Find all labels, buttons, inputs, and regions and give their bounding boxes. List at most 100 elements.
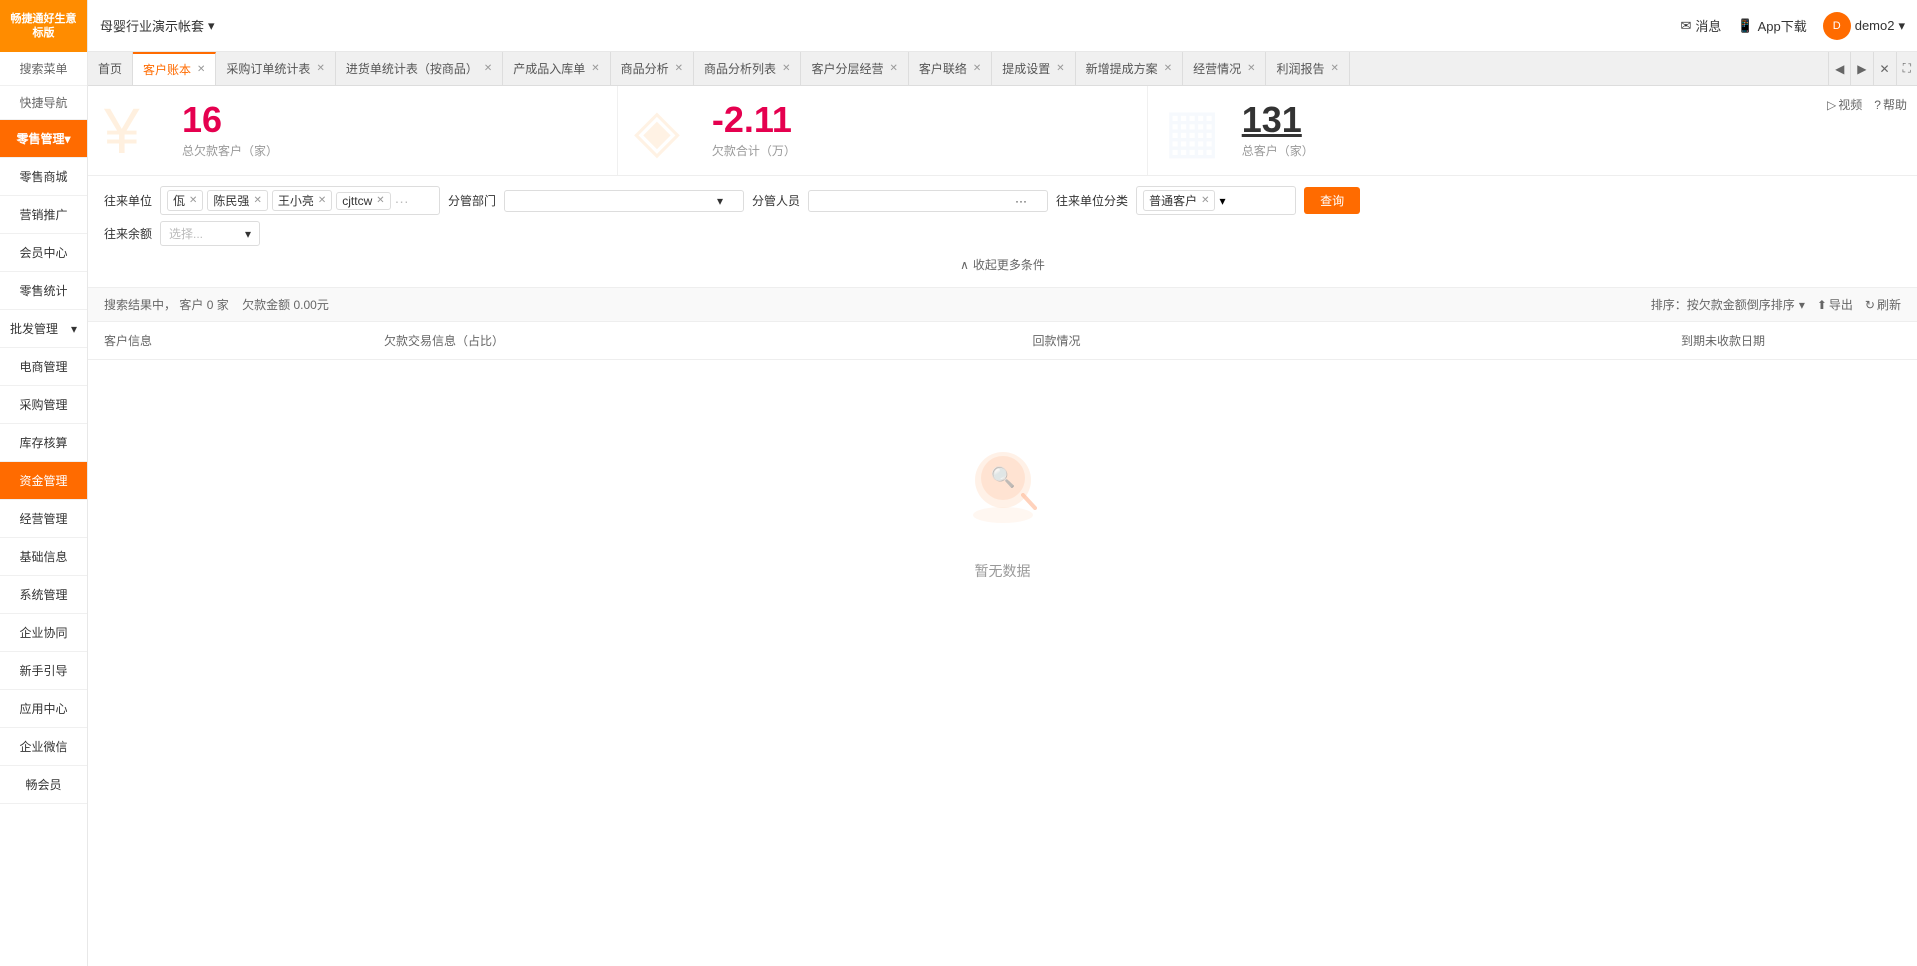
filter-bar: 往来单位 佤 ✕ 陈民强 ✕ 王小亮 ✕ <box>88 176 1917 288</box>
app-download-button[interactable]: 📱 App下载 <box>1737 16 1806 35</box>
tab-profit-report[interactable]: 利润报告 ✕ <box>1266 52 1349 86</box>
sidebar-item-basic-info[interactable]: 基础信息 <box>0 538 87 576</box>
video-help-button[interactable]: ▷ 视频 <box>1827 96 1862 113</box>
tab-new-commission[interactable]: 新增提成方案 ✕ <box>1076 52 1183 86</box>
tab-close-customer-tier[interactable]: ✕ <box>889 63 897 74</box>
tab-close-customer-ledger[interactable]: ✕ <box>197 64 205 75</box>
empty-text: 暂无数据 <box>975 561 1031 581</box>
stat-label-total-customers: 总客户（家） <box>1242 142 1314 159</box>
tab-product-inbound[interactable]: 产成品入库单 ✕ <box>503 52 610 86</box>
tabs-fullscreen-button[interactable]: ⛶ <box>1896 52 1917 86</box>
sidebar-item-app-center[interactable]: 应用中心 <box>0 690 87 728</box>
export-button[interactable]: ⬆ 导出 <box>1817 296 1853 313</box>
tab-customer-ledger[interactable]: 客户账本 ✕ <box>133 52 216 86</box>
sidebar-item-marketing[interactable]: 营销推广 <box>0 196 87 234</box>
sidebar-item-system[interactable]: 系统管理 <box>0 576 87 614</box>
tab-home[interactable]: 首页 <box>88 52 133 86</box>
tab-close-profit-report[interactable]: ✕ <box>1331 63 1339 74</box>
tab-close-product-analysis-list[interactable]: ✕ <box>782 63 790 74</box>
tab-close-customer-contact[interactable]: ✕ <box>973 63 981 74</box>
filter-tag-chen: 陈民强 ✕ <box>207 190 267 211</box>
quick-nav-item[interactable]: 快捷导航 <box>0 86 87 120</box>
tab-close-commission-setting[interactable]: ✕ <box>1056 63 1064 74</box>
content-area: ¥ 16 总欠款客户（家） ◈ -2.11 欠款合计（万） ▦ <box>88 86 1917 966</box>
tab-close-product-inbound[interactable]: ✕ <box>591 63 599 74</box>
user-avatar-button[interactable]: D demo2 ▾ <box>1823 12 1905 40</box>
results-info: 搜索结果中， 客户 0 家 欠款金额 0.00元 <box>104 296 329 313</box>
stat-card-total-customers: ▦ 131 总客户（家） ▷ 视频 ? 帮助 <box>1148 86 1917 175</box>
sidebar-item-inventory[interactable]: 库存核算 <box>0 424 87 462</box>
tab-close-purchase-order-stats[interactable]: ✕ <box>316 63 324 74</box>
stats-row: ¥ 16 总欠款客户（家） ◈ -2.11 欠款合计（万） ▦ <box>88 86 1917 176</box>
tabs-next-button[interactable]: ▶ <box>1850 52 1872 86</box>
filter-tag-close-cjttcw[interactable]: ✕ <box>376 195 384 206</box>
filter-select-dept[interactable]: ▾ <box>504 190 744 212</box>
sidebar-item-enterprise-collab[interactable]: 企业协同 <box>0 614 87 652</box>
tab-product-analysis[interactable]: 商品分析 ✕ <box>611 52 694 86</box>
filter-tags-unit[interactable]: 佤 ✕ 陈民强 ✕ 王小亮 ✕ cjttcw ✕ <box>160 186 440 215</box>
help-button[interactable]: ? 帮助 <box>1874 96 1907 113</box>
sidebar-item-wholesale[interactable]: 批发管理 ▾ <box>0 310 87 348</box>
filter-label-person: 分管人员 <box>752 192 800 209</box>
tab-purchase-order-stats[interactable]: 采购订单统计表 ✕ <box>216 52 335 86</box>
tab-product-analysis-list[interactable]: 商品分析列表 ✕ <box>694 52 801 86</box>
filter-tag-more[interactable]: ··· <box>395 193 409 209</box>
collapse-button[interactable]: ∧ 收起更多条件 <box>104 252 1901 277</box>
tab-close-goods-in-stats[interactable]: ✕ <box>484 63 492 74</box>
refresh-button[interactable]: ↻ 刷新 <box>1865 296 1901 313</box>
tab-customer-contact[interactable]: 客户联络 ✕ <box>909 52 992 86</box>
data-table: 客户信息 欠款交易信息（占比） 回款情况 到期未收款日期 🔍 <box>88 322 1917 661</box>
search-menu-item[interactable]: 搜索菜单 <box>0 52 87 86</box>
stat-value-debt-customers: 16 <box>182 102 278 138</box>
empty-icon: 🔍 <box>953 440 1053 549</box>
main-content: 母婴行业演示帐套 ▾ ✉ 消息 📱 App下载 D demo2 ▾ 首页 <box>88 0 1917 966</box>
sidebar-item-chang-member[interactable]: 畅会员 <box>0 766 87 804</box>
topbar-right: ✉ 消息 📱 App下载 D demo2 ▾ <box>1680 12 1905 40</box>
tab-customer-tier[interactable]: 客户分层经营 ✕ <box>801 52 908 86</box>
message-button[interactable]: ✉ 消息 <box>1680 16 1721 35</box>
results-bar: 搜索结果中， 客户 0 家 欠款金额 0.00元 排序：按欠款金额倒序排序 ▾ … <box>88 288 1917 322</box>
filter-tag-wang: 王小亮 ✕ <box>272 190 332 211</box>
sidebar-item-beginner[interactable]: 新手引导 <box>0 652 87 690</box>
query-button[interactable]: 查询 <box>1304 187 1360 214</box>
stat-actions: ▷ 视频 ? 帮助 <box>1827 96 1907 113</box>
filter-tag-close-wa[interactable]: ✕ <box>189 195 197 206</box>
tabs-bar: 首页 客户账本 ✕ 采购订单统计表 ✕ 进货单统计表（按商品） ✕ 产成品入库单… <box>88 52 1917 86</box>
sort-selector[interactable]: 排序：按欠款金额倒序排序 ▾ <box>1651 296 1805 313</box>
topbar-left: 母婴行业演示帐套 ▾ <box>100 16 215 35</box>
filter-tag-close-wang[interactable]: ✕ <box>318 195 326 206</box>
filter-tags-category[interactable]: 普通客户 ✕ ▾ <box>1136 186 1296 215</box>
stat-card-debt-total: ◈ -2.11 欠款合计（万） <box>618 86 1148 175</box>
sidebar-item-enterprise-wechat[interactable]: 企业微信 <box>0 728 87 766</box>
logo-text: 畅捷通好生意 标版 <box>11 12 77 41</box>
sidebar-item-retail-management[interactable]: 零售管理 ▾ <box>0 120 87 158</box>
topbar: 母婴行业演示帐套 ▾ ✉ 消息 📱 App下载 D demo2 ▾ <box>88 0 1917 52</box>
filter-tag-close-normal-customer[interactable]: ✕ <box>1201 195 1209 206</box>
sidebar-item-retail-mall[interactable]: 零售商城 <box>0 158 87 196</box>
tabs-close-all-button[interactable]: ✕ <box>1873 52 1896 86</box>
sidebar-item-retail-stats[interactable]: 零售统计 <box>0 272 87 310</box>
tab-goods-in-stats[interactable]: 进货单统计表（按商品） ✕ <box>336 52 503 86</box>
sidebar-item-member-center[interactable]: 会员中心 <box>0 234 87 272</box>
filter-label-category: 往来单位分类 <box>1056 192 1128 209</box>
sidebar-item-finance[interactable]: 资金管理 <box>0 462 87 500</box>
stat-value-total-customers: 131 <box>1242 102 1314 138</box>
filter-label-dept: 分管部门 <box>448 192 496 209</box>
tab-commission-setting[interactable]: 提成设置 ✕ <box>992 52 1075 86</box>
tab-business-situation[interactable]: 经营情况 ✕ <box>1183 52 1266 86</box>
tab-close-business-situation[interactable]: ✕ <box>1247 63 1255 74</box>
stat-card-debt-customers: ¥ 16 总欠款客户（家） <box>88 86 618 175</box>
filter-row-1: 往来单位 佤 ✕ 陈民强 ✕ 王小亮 ✕ <box>104 186 1901 215</box>
filter-label-unit: 往来单位 <box>104 192 152 209</box>
tab-close-product-analysis[interactable]: ✕ <box>675 63 683 74</box>
tabs-prev-button[interactable]: ◀ <box>1828 52 1850 86</box>
empty-svg-icon: 🔍 <box>953 440 1053 530</box>
sidebar-item-ecommerce[interactable]: 电商管理 <box>0 348 87 386</box>
tab-close-new-commission[interactable]: ✕ <box>1164 63 1172 74</box>
account-selector[interactable]: 母婴行业演示帐套 ▾ <box>100 16 215 35</box>
filter-tag-close-chen[interactable]: ✕ <box>253 195 261 206</box>
sidebar-item-purchase[interactable]: 采购管理 <box>0 386 87 424</box>
filter-select-balance[interactable]: 选择... ▾ <box>160 221 260 246</box>
sidebar-item-operations[interactable]: 经营管理 <box>0 500 87 538</box>
filter-select-person[interactable]: ··· <box>808 190 1048 212</box>
